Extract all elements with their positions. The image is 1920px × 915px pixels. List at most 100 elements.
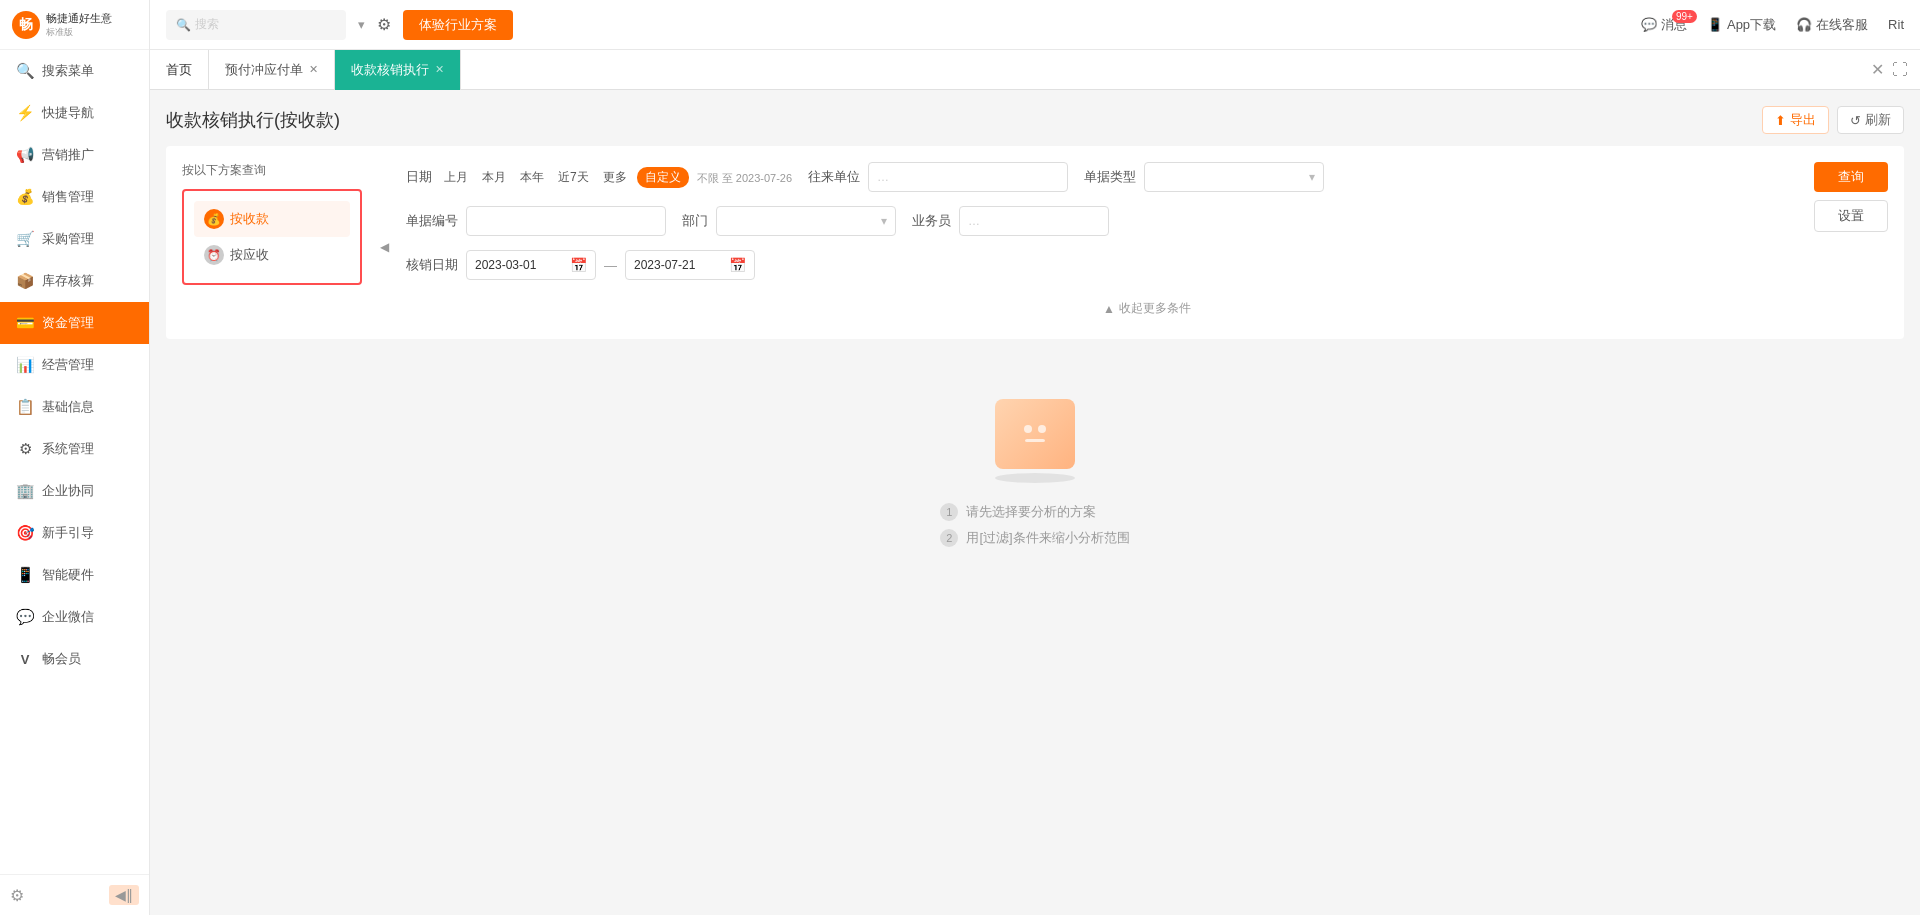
offset-start-calendar-icon[interactable]: 📅 [570, 257, 587, 273]
message-button[interactable]: 💬 消息 99+ [1641, 16, 1687, 34]
inventory-icon: 📦 [16, 272, 34, 290]
refresh-icon: ↺ [1850, 113, 1861, 128]
sidebar-item-enterprise[interactable]: 🏢 企业协同 [0, 470, 149, 512]
doc-no-input[interactable] [466, 206, 666, 236]
date-label: 日期 [406, 168, 432, 186]
sidebar-item-search-menu[interactable]: 🔍 搜索菜单 [0, 50, 149, 92]
solution-button[interactable]: 体验行业方案 [403, 10, 513, 40]
dept-select[interactable]: ▾ [716, 206, 896, 236]
sidebar-bottom: ⚙ ◀‖ [0, 874, 149, 915]
empty-tips: 1 请先选择要分析的方案 2 用[过滤]条件来缩小分析范围 [940, 503, 1129, 547]
date-btn-more[interactable]: 更多 [599, 167, 631, 188]
empty-shadow [995, 473, 1075, 483]
collapse-up-icon: ▲ [1103, 302, 1115, 316]
date-btn-this-month[interactable]: 本月 [478, 167, 510, 188]
counterpart-select[interactable]: … [868, 162, 1068, 192]
date-btn-last-month[interactable]: 上月 [440, 167, 472, 188]
date-btn-7days[interactable]: 近7天 [554, 167, 593, 188]
tabbar: 首页 预付冲应付单 ✕ 收款核销执行 ✕ ✕ ⛶ [150, 50, 1920, 90]
collapse-more-button[interactable]: ▲ 收起更多条件 [406, 294, 1888, 323]
topbar-gear-icon[interactable]: ⚙ [377, 15, 391, 34]
staff-label: 业务员 [912, 212, 951, 230]
date-btn-this-year[interactable]: 本年 [516, 167, 548, 188]
sidebar-item-member[interactable]: V 畅会员 [0, 638, 149, 680]
date-custom-badge[interactable]: 自定义 [637, 167, 689, 188]
expand-icon[interactable]: ⛶ [1892, 61, 1908, 79]
logo-text: 畅捷通好生意 标准版 [46, 11, 112, 39]
sales-icon: 💰 [16, 188, 34, 206]
tab-prepay[interactable]: 预付冲应付单 ✕ [209, 50, 335, 90]
filter-fields: 日期 上月 本月 本年 近7天 更多 自定义 不限 至 2023-07-26 [406, 162, 1888, 323]
wechat-icon: 💬 [16, 608, 34, 626]
search-icon: 🔍 [176, 18, 191, 32]
system-icon: ⚙ [16, 440, 34, 458]
doc-no-label: 单据编号 [406, 212, 458, 230]
empty-tip-2: 2 用[过滤]条件来缩小分析范围 [940, 529, 1129, 547]
sidebar-item-purchase[interactable]: 🛒 采购管理 [0, 218, 149, 260]
svg-point-1 [1038, 425, 1046, 433]
hardware-icon: 📱 [16, 566, 34, 584]
export-icon: ⬆ [1775, 113, 1786, 128]
filter-scheme-selector: 按以下方案查询 💰 按收款 ⏰ 按应收 [182, 162, 362, 323]
empty-state: 1 请先选择要分析的方案 2 用[过滤]条件来缩小分析范围 [166, 339, 1904, 607]
filter-option-by-receivable[interactable]: ⏰ 按应收 [194, 237, 350, 273]
doc-type-chevron-icon: ▾ [1309, 170, 1315, 184]
date-shortcuts: 上月 本月 本年 近7天 更多 自定义 [440, 167, 689, 188]
enterprise-icon: 🏢 [16, 482, 34, 500]
sidebar-item-inventory[interactable]: 📦 库存核算 [0, 260, 149, 302]
empty-tip-1: 1 请先选择要分析的方案 [940, 503, 1129, 521]
collapse-sidebar-button[interactable]: ◀‖ [109, 885, 139, 905]
tab-receipt-close-icon[interactable]: ✕ [435, 63, 444, 76]
sidebar-item-sales[interactable]: 💰 销售管理 [0, 176, 149, 218]
sidebar-item-system[interactable]: ⚙ 系统管理 [0, 428, 149, 470]
quick-nav-icon: ⚡ [16, 104, 34, 122]
refresh-button[interactable]: ↺ 刷新 [1837, 106, 1904, 134]
tab-receipt-offset[interactable]: 收款核销执行 ✕ [335, 50, 461, 90]
setting-button[interactable]: 设置 [1814, 200, 1888, 232]
online-service-button[interactable]: 🎧 在线客服 [1796, 16, 1868, 34]
staff-field: 业务员 … [912, 206, 1109, 236]
topbar: 🔍 搜索 ▾ ⚙ 体验行业方案 💬 消息 99+ 📱 App下载 🎧 在线客服 … [150, 0, 1920, 50]
tip-num-2: 2 [940, 529, 958, 547]
filter-collapse-button[interactable]: ◀ [374, 162, 394, 323]
app-download-button[interactable]: 📱 App下载 [1707, 16, 1776, 34]
query-actions: 查询 设置 [1814, 162, 1888, 232]
sidebar-item-basic[interactable]: 📋 基础信息 [0, 386, 149, 428]
close-tab-icon[interactable]: ✕ [1871, 60, 1884, 79]
offset-end-calendar-icon[interactable]: 📅 [729, 257, 746, 273]
offset-end-input[interactable]: 2023-07-21 📅 [625, 250, 755, 280]
sidebar-item-guide[interactable]: 🎯 新手引导 [0, 512, 149, 554]
finance-icon: 💳 [16, 314, 34, 332]
sidebar-nav: 🔍 搜索菜单 ⚡ 快捷导航 📢 营销推广 💰 销售管理 🛒 采购管理 📦 库存核… [0, 50, 149, 874]
topbar-right: 💬 消息 99+ 📱 App下载 🎧 在线客服 Rit [1641, 16, 1904, 34]
dept-field: 部门 ▾ [682, 206, 896, 236]
topbar-search[interactable]: 🔍 搜索 [166, 10, 346, 40]
query-button[interactable]: 查询 [1814, 162, 1888, 192]
settings-icon[interactable]: ⚙ [10, 886, 24, 905]
counterpart-label: 往来单位 [808, 168, 860, 186]
sidebar-item-hardware[interactable]: 📱 智能硬件 [0, 554, 149, 596]
dropdown-arrow-icon[interactable]: ▾ [358, 17, 365, 32]
doc-type-select[interactable]: ▾ [1144, 162, 1324, 192]
sidebar-item-quick-nav[interactable]: ⚡ 快捷导航 [0, 92, 149, 134]
tabbar-actions: ✕ ⛶ [1871, 60, 1920, 79]
tab-prepay-close-icon[interactable]: ✕ [309, 63, 318, 76]
offset-start-input[interactable]: 2023-03-01 📅 [466, 250, 596, 280]
filter-option-by-receipt[interactable]: 💰 按收款 [194, 201, 350, 237]
export-button[interactable]: ⬆ 导出 [1762, 106, 1829, 134]
user-profile[interactable]: Rit [1888, 17, 1904, 32]
by-receivable-icon: ⏰ [204, 245, 224, 265]
filter-scheme-title: 按以下方案查询 [182, 162, 362, 179]
app-icon: 📱 [1707, 17, 1723, 32]
staff-select[interactable]: … [959, 206, 1109, 236]
date-field: 日期 上月 本月 本年 近7天 更多 自定义 不限 至 2023-07-26 [406, 167, 792, 188]
filter-row-2: 单据编号 部门 ▾ 业务员 [406, 206, 1798, 236]
tab-home[interactable]: 首页 [150, 50, 209, 90]
operation-icon: 📊 [16, 356, 34, 374]
sidebar-item-wechat[interactable]: 💬 企业微信 [0, 596, 149, 638]
sidebar-item-operation[interactable]: 📊 经营管理 [0, 344, 149, 386]
sidebar-item-marketing[interactable]: 📢 营销推广 [0, 134, 149, 176]
page-header: 收款核销执行(按收款) ⬆ 导出 ↺ 刷新 [166, 106, 1904, 134]
message-icon: 💬 [1641, 17, 1657, 32]
sidebar-item-finance[interactable]: 💳 资金管理 [0, 302, 149, 344]
